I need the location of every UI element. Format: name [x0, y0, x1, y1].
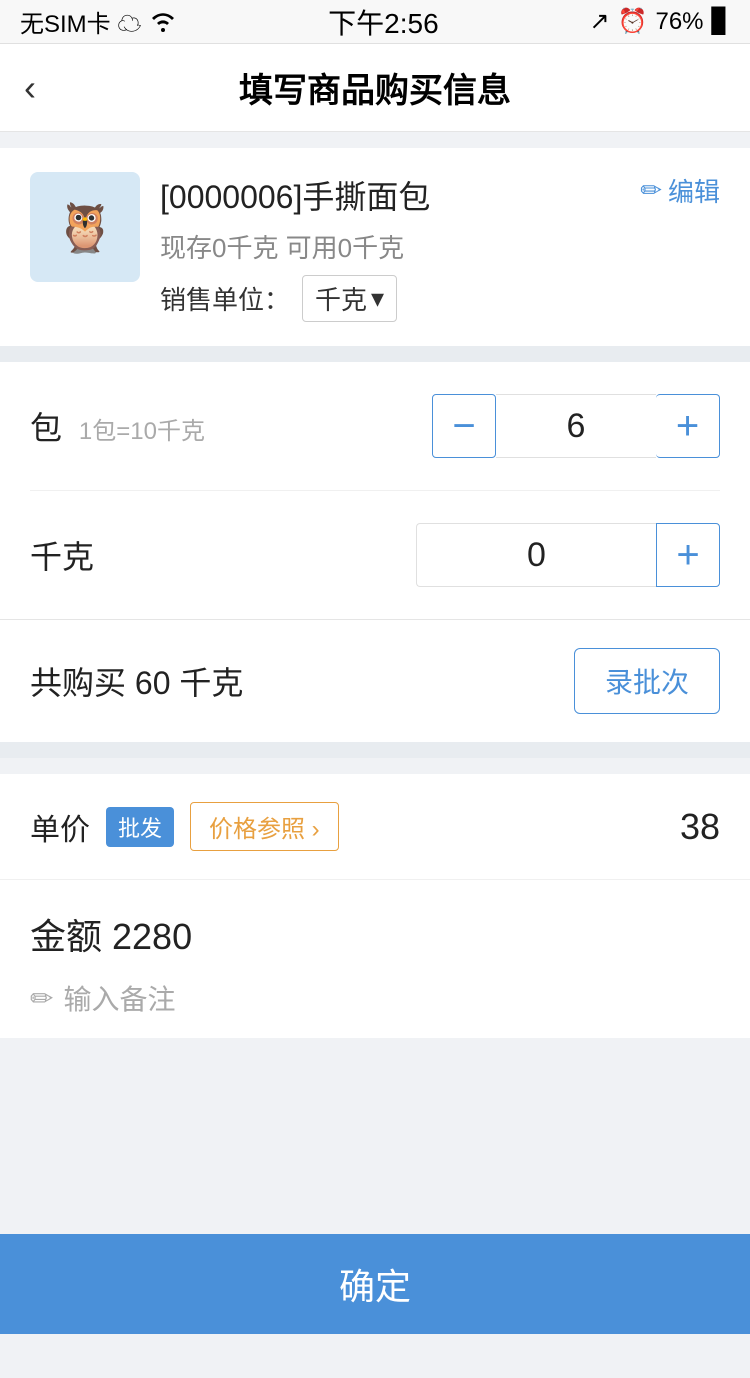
section-separator: [0, 346, 750, 362]
product-unit-row: 销售单位： 千克 ▾: [160, 275, 720, 322]
section-separator-2: [0, 742, 750, 758]
product-stock: 现存0千克 可用0千克: [160, 228, 720, 265]
note-placeholder: 输入备注: [63, 978, 175, 1018]
edit-icon: ✏: [640, 175, 662, 206]
unit-select[interactable]: 千克 ▾: [302, 275, 397, 322]
location-icon: ↗: [589, 7, 609, 36]
kg-quantity-control: +: [416, 523, 720, 587]
status-right: ↗ ⏰ 76% ▊: [589, 7, 730, 36]
kg-row: 千克 +: [30, 491, 720, 619]
pencil-icon: ✏: [30, 982, 53, 1015]
product-name: [0000006]手撕面包: [160, 172, 720, 218]
note-row[interactable]: ✏ 输入备注: [30, 978, 720, 1018]
status-time: 下午2:56: [328, 2, 439, 42]
chevron-down-icon: ▾: [371, 283, 384, 314]
price-reference-button[interactable]: 价格参照 ›: [190, 802, 339, 851]
price-section: 单价 批发 价格参照 › 38: [0, 774, 750, 880]
bao-decrease-button[interactable]: −: [432, 394, 496, 458]
product-card: 🦉 [0000006]手撕面包 现存0千克 可用0千克 销售单位： 千克 ▾ ✏…: [0, 148, 750, 346]
price-value: 38: [680, 806, 720, 848]
nav-bar: ‹ 填写商品购买信息: [0, 44, 750, 132]
bao-quantity-input[interactable]: [496, 394, 656, 458]
bao-label: 包 1包=10千克: [30, 403, 432, 449]
bao-row: 包 1包=10千克 − +: [30, 362, 720, 491]
battery-icon: ▊: [712, 7, 730, 36]
back-button[interactable]: ‹: [24, 67, 36, 109]
summary-row: 共购买 60 千克 录批次: [0, 619, 750, 742]
amount-label: 金额 2280: [30, 916, 192, 957]
record-batch-button[interactable]: 录批次: [574, 648, 720, 714]
price-label: 单价: [30, 805, 90, 849]
wifi-icon: [149, 12, 177, 32]
kg-increase-button[interactable]: +: [656, 523, 720, 587]
summary-text: 共购买 60 千克: [30, 658, 243, 704]
product-thumbnail: 🦉: [30, 172, 140, 282]
confirm-button[interactable]: 确定: [0, 1234, 750, 1334]
bao-sublabel: 1包=10千克: [79, 418, 205, 445]
battery-level: 76%: [655, 8, 703, 36]
product-info: [0000006]手撕面包 现存0千克 可用0千克 销售单位： 千克 ▾: [160, 172, 720, 322]
alarm-icon: ⏰: [618, 7, 648, 36]
status-left: 无SIM卡 ☁: [20, 4, 177, 39]
sim-label: 无SIM卡 ☁: [20, 4, 141, 39]
unit-label: 销售单位：: [160, 280, 290, 317]
kg-label: 千克: [30, 532, 416, 578]
status-bar: 无SIM卡 ☁ 下午2:56 ↗ ⏰ 76% ▊: [0, 0, 750, 44]
product-logo-icon: 🦉: [55, 199, 115, 256]
price-type-tag: 批发: [106, 807, 174, 847]
kg-quantity-input[interactable]: [416, 523, 656, 587]
bao-increase-button[interactable]: +: [656, 394, 720, 458]
amount-row: 金额 2280: [30, 908, 720, 960]
bao-quantity-control: − +: [432, 394, 720, 458]
edit-button[interactable]: ✏ 编辑: [640, 172, 720, 209]
input-section: 包 1包=10千克 − + 千克 +: [0, 362, 750, 619]
page-title: 填写商品购买信息: [239, 63, 511, 112]
amount-section: 金额 2280 ✏ 输入备注: [0, 880, 750, 1038]
